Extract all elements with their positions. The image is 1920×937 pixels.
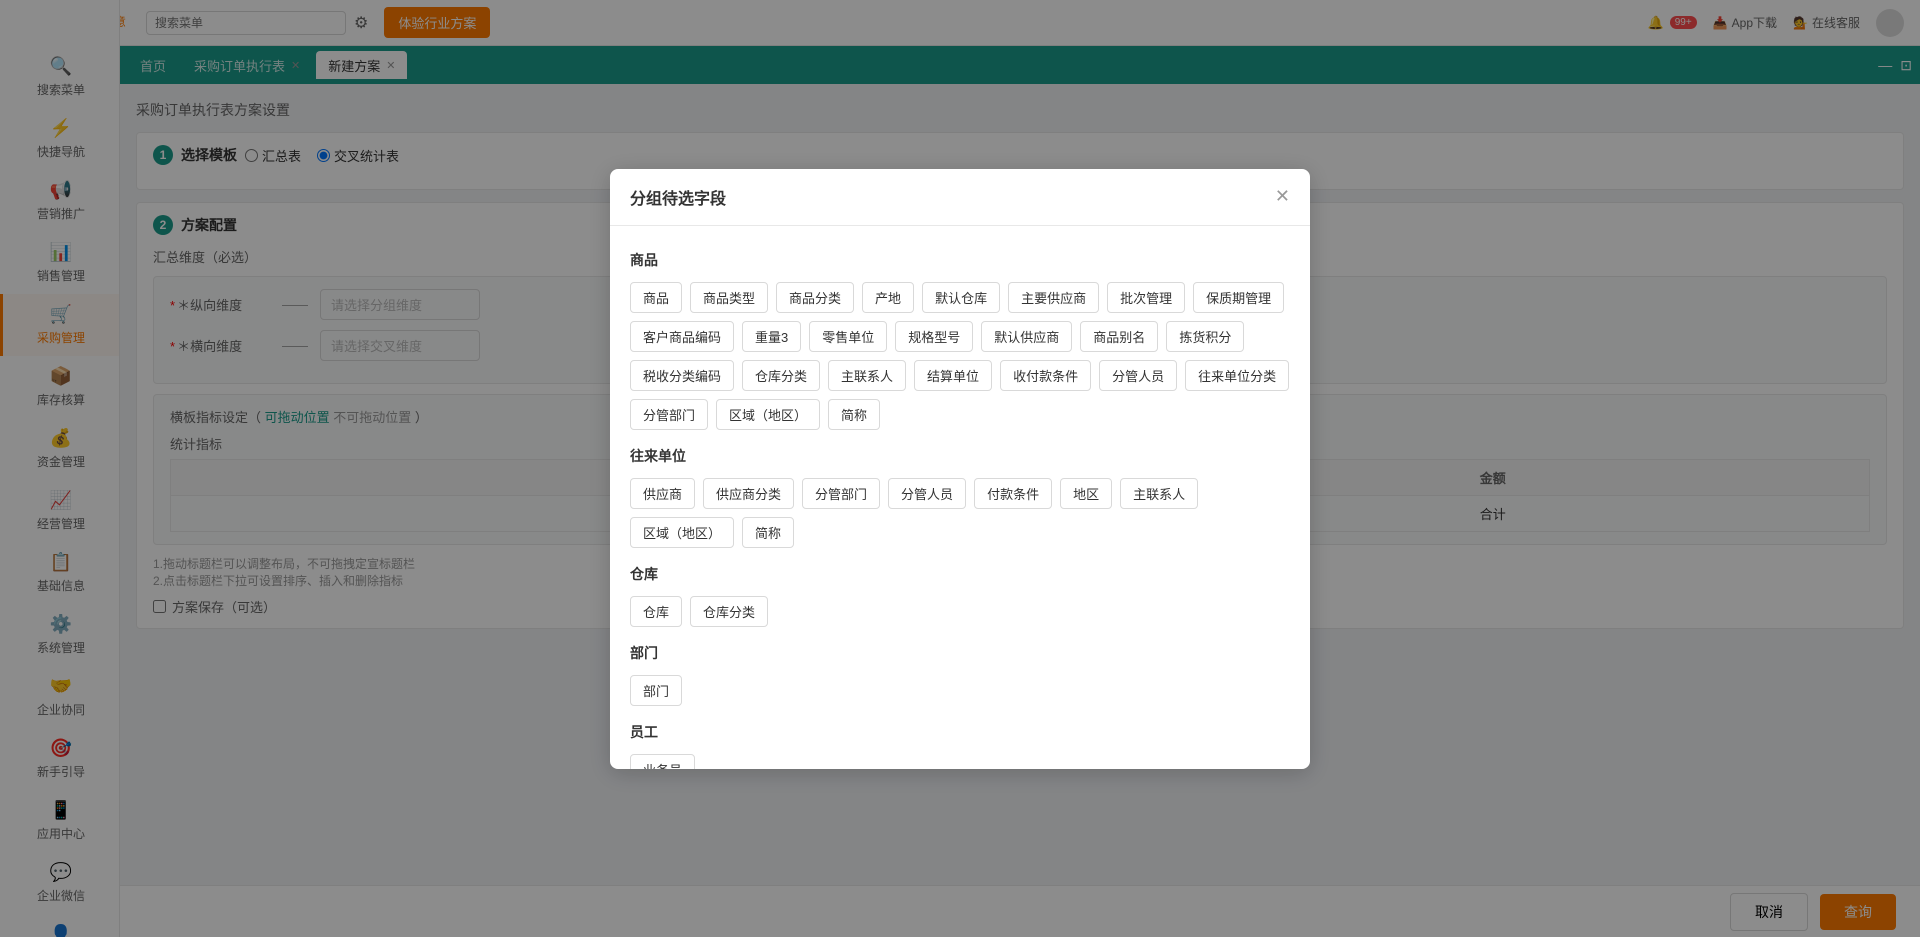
modal-section-fields-0: 商品商品类型商品分类产地默认仓库主要供应商批次管理保质期管理客户商品编码重量3 零… — [630, 282, 1290, 430]
field-tag-0-17[interactable]: 主联系人 — [828, 360, 906, 391]
modal-section-fields-2: 仓库仓库分类 — [630, 596, 1290, 627]
field-tag-0-7[interactable]: 保质期管理 — [1193, 282, 1284, 313]
modal-section-title-2: 仓库 — [630, 564, 1290, 584]
field-tag-1-2[interactable]: 分管部门 — [802, 478, 880, 509]
field-tag-3-0[interactable]: 部门 — [630, 675, 682, 706]
field-tag-1-0[interactable]: 供应商 — [630, 478, 695, 509]
field-tag-0-8[interactable]: 客户商品编码 — [630, 321, 734, 352]
field-tag-0-24[interactable]: 简称 — [828, 399, 880, 430]
field-tag-0-15[interactable]: 税收分类编码 — [630, 360, 734, 391]
field-tag-0-21[interactable]: 往来单位分类 — [1185, 360, 1289, 391]
modal-section-fields-3: 部门 — [630, 675, 1290, 706]
field-tag-0-0[interactable]: 商品 — [630, 282, 682, 313]
field-tag-1-3[interactable]: 分管人员 — [888, 478, 966, 509]
field-tag-0-23[interactable]: 区域（地区） — [716, 399, 820, 430]
field-tag-1-6[interactable]: 主联系人 — [1120, 478, 1198, 509]
modal-section-fields-1: 供应商供应商分类分管部门分管人员付款条件地区主联系人区域（地区） 简称 — [630, 478, 1290, 548]
field-tag-1-7[interactable]: 区域（地区） — [630, 517, 734, 548]
field-tag-2-0[interactable]: 仓库 — [630, 596, 682, 627]
field-tag-1-5[interactable]: 地区 — [1060, 478, 1112, 509]
modal-section-title-0: 商品 — [630, 250, 1290, 270]
modal-title: 分组待选字段 — [630, 185, 726, 209]
field-tag-0-5[interactable]: 主要供应商 — [1008, 282, 1099, 313]
field-tag-0-1[interactable]: 商品类型 — [690, 282, 768, 313]
field-tag-0-12[interactable]: 默认供应商 — [981, 321, 1072, 352]
modal-section-title-4: 员工 — [630, 722, 1290, 742]
modal-section-title-1: 往来单位 — [630, 446, 1290, 466]
field-tag-1-1[interactable]: 供应商分类 — [703, 478, 794, 509]
field-tag-1-4[interactable]: 付款条件 — [974, 478, 1052, 509]
field-tag-0-11[interactable]: 规格型号 — [895, 321, 973, 352]
field-tag-0-6[interactable]: 批次管理 — [1107, 282, 1185, 313]
field-tag-0-13[interactable]: 商品别名 — [1080, 321, 1158, 352]
modal-body: 商品商品商品类型商品分类产地默认仓库主要供应商批次管理保质期管理客户商品编码重量… — [610, 226, 1310, 769]
field-tag-0-14[interactable]: 拣货积分 — [1166, 321, 1244, 352]
modal-section-title-3: 部门 — [630, 643, 1290, 663]
modal-header: 分组待选字段 ✕ — [610, 169, 1310, 226]
field-tag-2-1[interactable]: 仓库分类 — [690, 596, 768, 627]
field-tag-4-0[interactable]: 业务员 — [630, 754, 695, 769]
field-tag-0-18[interactable]: 结算单位 — [914, 360, 992, 391]
field-tag-0-19[interactable]: 收付款条件 — [1000, 360, 1091, 391]
field-tag-0-4[interactable]: 默认仓库 — [922, 282, 1000, 313]
field-tag-1-8[interactable]: 简称 — [742, 517, 794, 548]
field-tag-0-20[interactable]: 分管人员 — [1099, 360, 1177, 391]
modal-section-fields-4: 业务员 — [630, 754, 1290, 769]
field-tag-0-22[interactable]: 分管部门 — [630, 399, 708, 430]
field-tag-0-16[interactable]: 仓库分类 — [742, 360, 820, 391]
modal-dialog: 分组待选字段 ✕ 商品商品商品类型商品分类产地默认仓库主要供应商批次管理保质期管… — [610, 169, 1310, 769]
field-tag-0-10[interactable]: 零售单位 — [809, 321, 887, 352]
field-tag-0-2[interactable]: 商品分类 — [776, 282, 854, 313]
modal-overlay: 分组待选字段 ✕ 商品商品商品类型商品分类产地默认仓库主要供应商批次管理保质期管… — [0, 0, 1920, 937]
field-tag-0-9[interactable]: 重量3 — [742, 321, 801, 352]
field-tag-0-3[interactable]: 产地 — [862, 282, 914, 313]
modal-close-button[interactable]: ✕ — [1275, 186, 1290, 207]
